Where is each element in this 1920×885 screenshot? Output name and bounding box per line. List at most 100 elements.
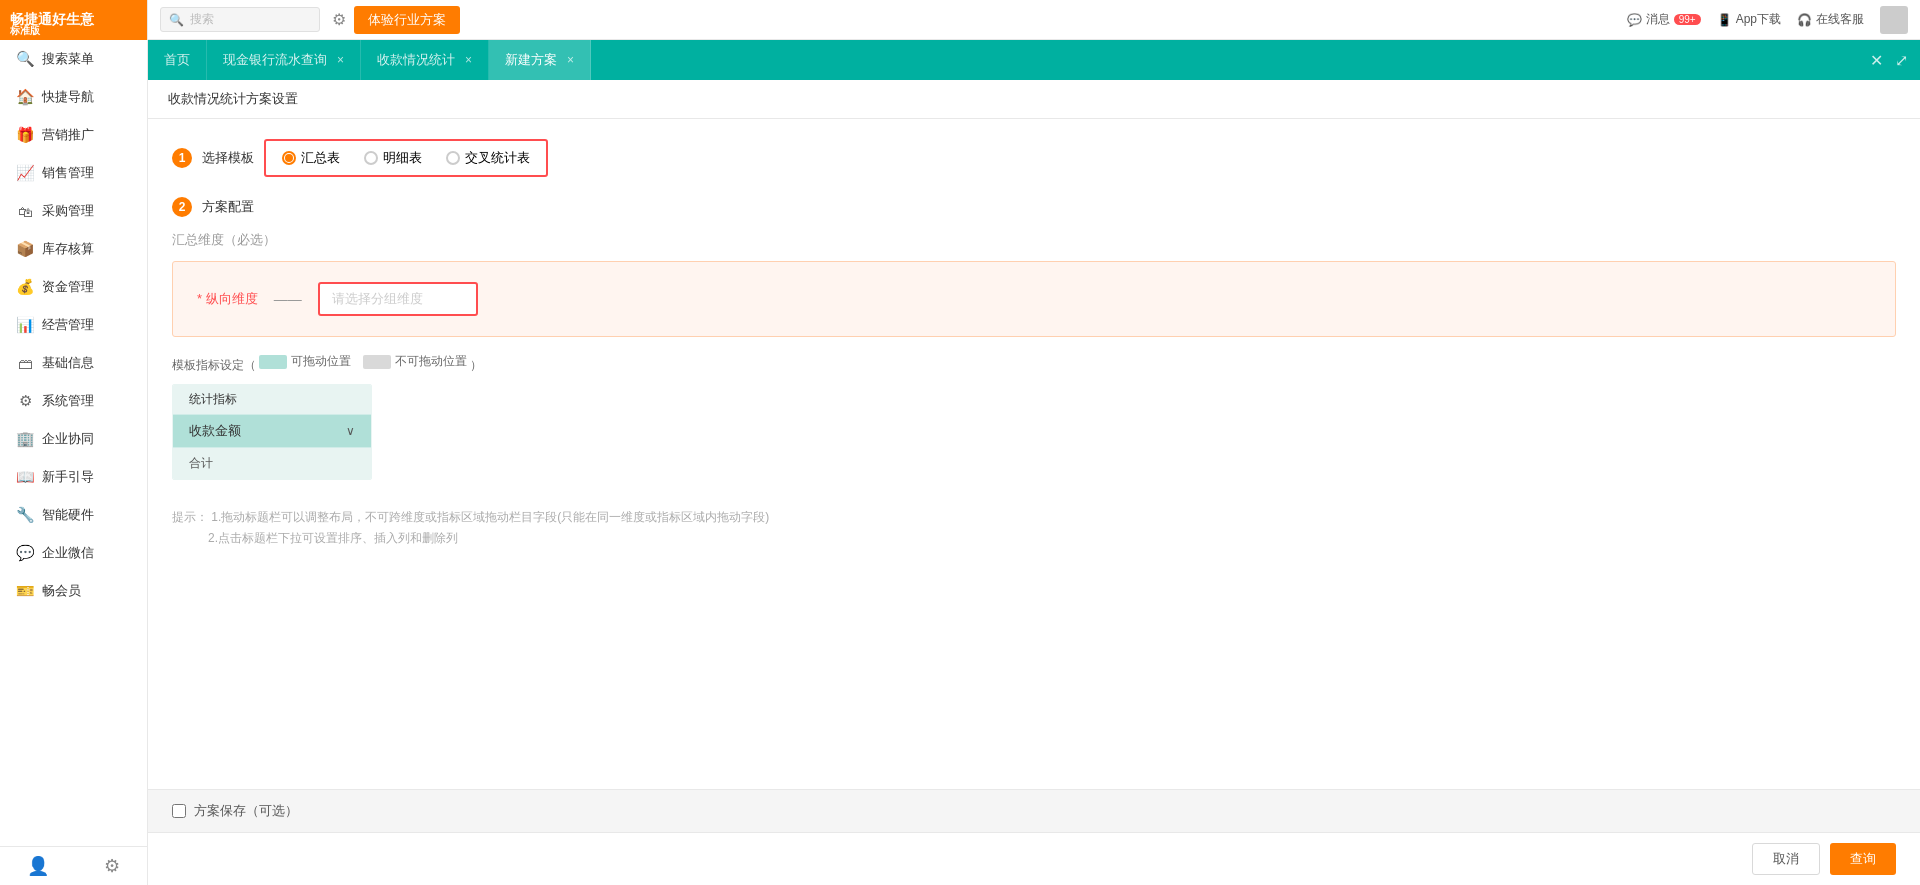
app-download-item[interactable]: 📱 App下载 (1717, 11, 1781, 28)
close-window-icon[interactable]: ✕ (1870, 51, 1883, 70)
service-item[interactable]: 🎧 在线客服 (1797, 11, 1864, 28)
sidebar-item-inventory[interactable]: 📦库存核算 (0, 230, 147, 268)
metrics-table: 统计指标 收款金额 ∨ 合计 (172, 384, 372, 480)
metrics-label-row: 模板指标设定（ 可拖动位置 不可拖动位置 ） (172, 353, 1896, 374)
tab-cash-flow[interactable]: 现金银行流水查询× (207, 40, 361, 80)
sidebar-item-capital[interactable]: 💰资金管理 (0, 268, 147, 306)
dimension-row: * 纵向维度 —— 请选择分组维度 (197, 282, 1871, 316)
sidebar-label-base-info: 基础信息 (42, 354, 94, 372)
page-content: 收款情况统计方案设置 1 选择模板 汇总表 明细表 (148, 80, 1920, 885)
cancel-button[interactable]: 取消 (1752, 843, 1820, 875)
sidebar-item-marketing[interactable]: 🎁 营销推广 (0, 116, 147, 154)
sidebar-label-search-menu: 搜索菜单 (42, 50, 94, 68)
metrics-section: 模板指标设定（ 可拖动位置 不可拖动位置 ） (172, 353, 1896, 483)
user-avatar[interactable] (1880, 6, 1908, 34)
sidebar-label-sales: 销售管理 (42, 164, 94, 182)
topbar-right: 💬 消息 99+ 📱 App下载 🎧 在线客服 (1627, 6, 1908, 34)
step2-number: 2 (172, 197, 192, 217)
sidebar-icon-quick-nav: 🏠 (16, 88, 34, 106)
sidebar: 畅捷通好生意 标准版 🔍 搜索菜单 🏠快捷导航 🎁 营销推广 📈销售管理🛍采购管理📦库存核… (0, 0, 148, 885)
sidebar-label-enterprise: 企业协同 (42, 430, 94, 448)
tab-home[interactable]: 首页 (148, 40, 207, 80)
sidebar-icon-smart-hw: 🔧 (16, 506, 34, 524)
save-checkbox[interactable] (172, 804, 186, 818)
sidebar-icon-sys-manage: ⚙ (16, 392, 34, 410)
sidebar-item-sys-manage[interactable]: ⚙ 系统管理 (0, 382, 147, 420)
metrics-section-title: 模板指标设定（ 可拖动位置 不可拖动位置 ） (172, 353, 482, 374)
sidebar-item-sales[interactable]: 📈销售管理 (0, 154, 147, 192)
tab-close-collection-stat[interactable]: × (465, 53, 472, 67)
sidebar-item-enterprise[interactable]: 🏢 企业协同 (0, 420, 147, 458)
sidebar-bottom-right[interactable]: ⚙ (104, 855, 120, 877)
settings-panel: 1 选择模板 汇总表 明细表 交叉统计表 (148, 119, 1920, 789)
sidebar-item-smart-hw[interactable]: 🔧智能硬件 (0, 496, 147, 534)
template-options-box: 汇总表 明细表 交叉统计表 (264, 139, 548, 177)
metrics-row-amount[interactable]: 收款金额 ∨ (173, 414, 371, 447)
draggable-indicator: 可拖动位置 (259, 353, 351, 370)
sidebar-logo: 畅捷通好生意 标准版 (0, 0, 147, 40)
step1-number: 1 (172, 148, 192, 168)
step1-title: 选择模板 (202, 149, 254, 167)
sidebar-item-quick-nav[interactable]: 🏠快捷导航 (0, 78, 147, 116)
logo-badge: 标准版 (10, 24, 40, 38)
dimension-select[interactable]: 请选择分组维度 (318, 282, 478, 316)
metrics-total-row: 合计 (173, 447, 371, 479)
radio-cross-circle (446, 151, 460, 165)
sidebar-icon-search-menu: 🔍 (16, 50, 34, 68)
sidebar-label-wechat: 企业微信 (42, 544, 94, 562)
message-badge: 99+ (1674, 14, 1701, 25)
service-icon: 🎧 (1797, 13, 1812, 27)
radio-detail-circle (364, 151, 378, 165)
app-icon: 📱 (1717, 13, 1732, 27)
sidebar-icon-enterprise: 🏢 (16, 430, 34, 448)
sidebar-item-purchase[interactable]: 🛍采购管理 (0, 192, 147, 230)
sidebar-icon-purchase: 🛍 (16, 203, 34, 220)
sidebar-icon-marketing: 🎁 (16, 126, 34, 144)
fixed-indicator: 不可拖动位置 (363, 353, 467, 370)
sidebar-icon-guide: 📖 (16, 468, 34, 486)
tab-close-cash-flow[interactable]: × (337, 53, 344, 67)
message-item[interactable]: 💬 消息 99+ (1627, 11, 1701, 28)
radio-summary[interactable]: 汇总表 (282, 149, 340, 167)
radio-cross[interactable]: 交叉统计表 (446, 149, 530, 167)
page-title: 收款情况统计方案设置 (148, 80, 1920, 119)
gear-icon[interactable]: ⚙ (332, 10, 346, 29)
metrics-table-header: 统计指标 (173, 385, 371, 414)
radio-summary-circle (282, 151, 296, 165)
arrow-icon: —— (274, 291, 302, 307)
sidebar-icon-member: 🎫 (16, 582, 34, 600)
topbar: 🔍 搜索 ⚙ 体验行业方案 💬 消息 99+ 📱 App下载 🎧 在线客服 (148, 0, 1920, 40)
sidebar-icon-operation: 📊 (16, 316, 34, 334)
dimension-label: 汇总维度（必选） (172, 231, 1896, 249)
trial-button[interactable]: 体验行业方案 (354, 6, 460, 34)
tabbar-actions: ✕ ⤢ (1858, 40, 1920, 80)
row-dimension-label: * 纵向维度 (197, 290, 258, 308)
sidebar-item-guide[interactable]: 📖新手引导 (0, 458, 147, 496)
message-icon: 💬 (1627, 13, 1642, 27)
sidebar-label-marketing: 营销推广 (42, 126, 94, 144)
radio-summary-label: 汇总表 (301, 149, 340, 167)
tab-new-plan[interactable]: 新建方案× (489, 40, 591, 80)
sidebar-icon-base-info: 🗃 (16, 355, 34, 372)
sidebar-item-operation[interactable]: 📊经营管理 (0, 306, 147, 344)
sidebar-label-sys-manage: 系统管理 (42, 392, 94, 410)
query-button[interactable]: 查询 (1830, 843, 1896, 875)
sidebar-icon-capital: 💰 (16, 278, 34, 296)
tabbar: 首页现金银行流水查询×收款情况统计×新建方案× ✕ ⤢ (148, 40, 1920, 80)
sidebar-bottom-left[interactable]: 👤 (27, 855, 49, 877)
sidebar-item-wechat[interactable]: 💬企业微信 (0, 534, 147, 572)
tab-collection-stat[interactable]: 收款情况统计× (361, 40, 489, 80)
radio-detail[interactable]: 明细表 (364, 149, 422, 167)
sidebar-item-base-info[interactable]: 🗃 基础信息 (0, 344, 147, 382)
topbar-search-box[interactable]: 🔍 搜索 (160, 7, 320, 32)
dimension-placeholder: 请选择分组维度 (332, 291, 423, 306)
metrics-amount-label: 收款金额 (189, 422, 241, 440)
tip1: 提示： 1.拖动标题栏可以调整布局，不可跨维度或指标区域拖动栏目字段(只能在同一… (172, 507, 1896, 529)
tab-close-new-plan[interactable]: × (567, 53, 574, 67)
sidebar-item-search-menu[interactable]: 🔍 搜索菜单 (0, 40, 147, 78)
sidebar-item-member[interactable]: 🎫畅会员 (0, 572, 147, 610)
message-label: 消息 (1646, 11, 1670, 28)
maximize-icon[interactable]: ⤢ (1895, 51, 1908, 70)
search-icon: 🔍 (169, 13, 184, 27)
dimension-config: 汇总维度（必选） * 纵向维度 —— 请选择分组维度 (172, 231, 1896, 337)
